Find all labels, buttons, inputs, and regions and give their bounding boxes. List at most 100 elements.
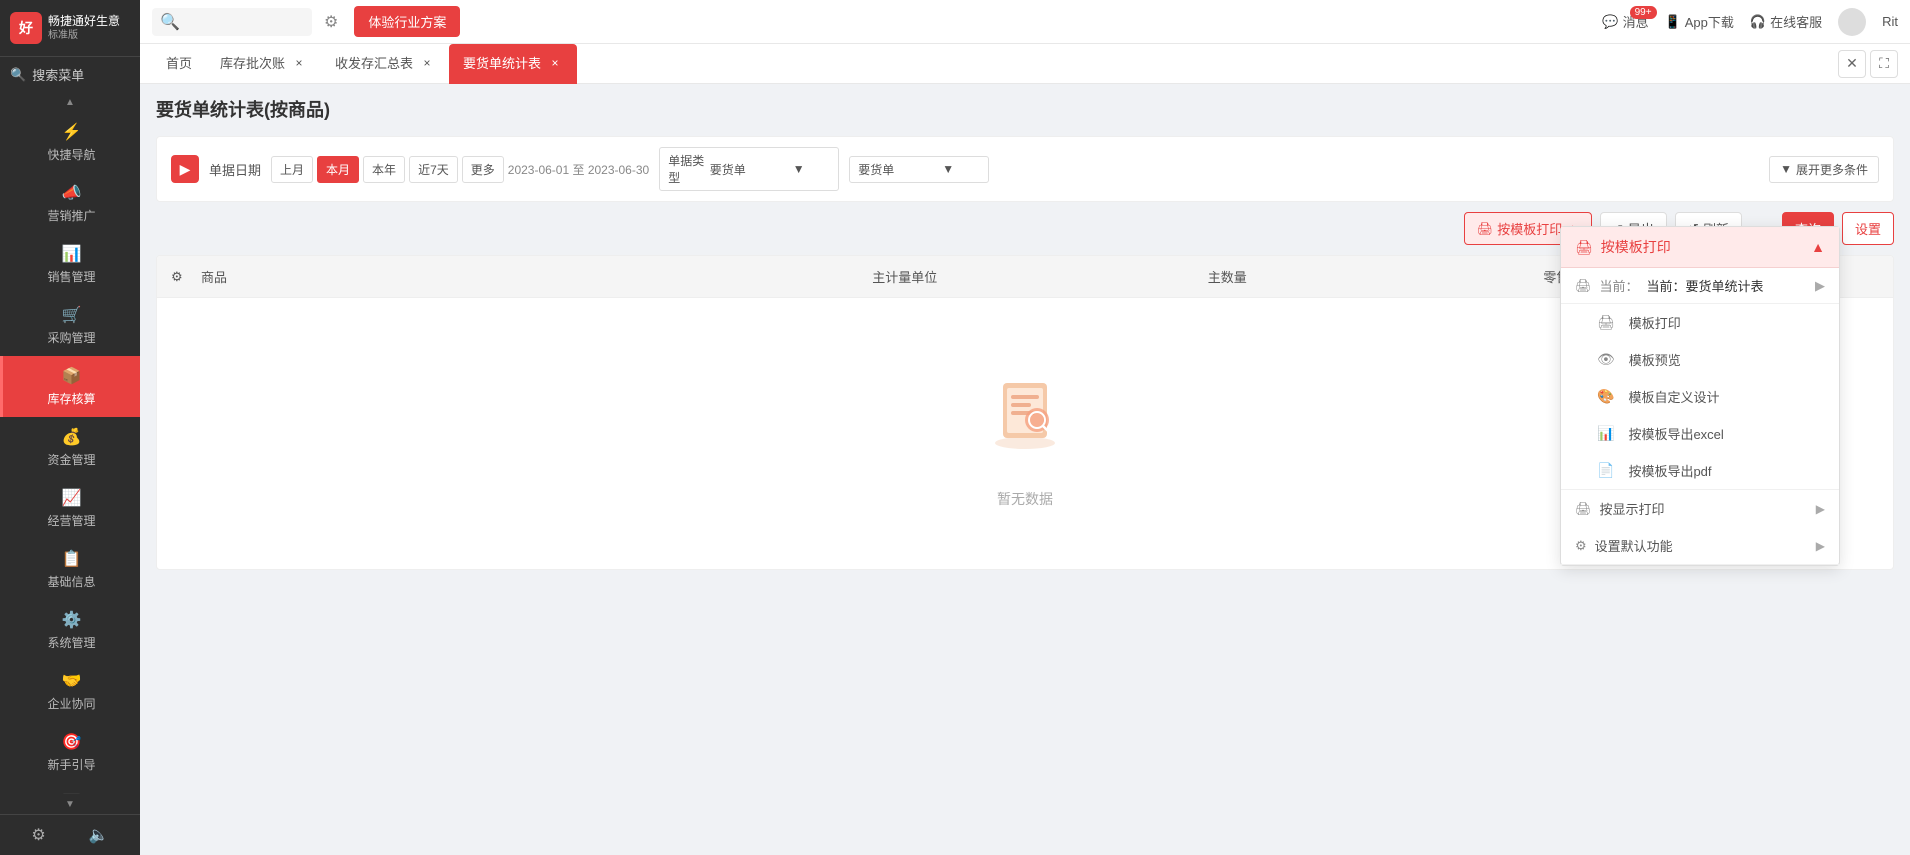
printer-small-icon: 🖨 [1575, 278, 1592, 294]
type-filter-label: 单据类型 [668, 152, 706, 186]
template-preview-icon: 👁 [1597, 351, 1615, 368]
date-btn-this-year[interactable]: 本年 [363, 156, 405, 183]
tab-close-order-stats[interactable]: × [547, 55, 563, 71]
message-item[interactable]: 💬 消息 99+ [1602, 12, 1648, 31]
sidebar-item-basic-info[interactable]: 📋 基础信息 [0, 539, 140, 600]
header-gear-icon[interactable]: ⚙ [324, 12, 338, 32]
mute-icon[interactable]: 🔈 [89, 825, 109, 845]
sidebar-item-quick-nav[interactable]: ⚡ 快捷导航 [0, 112, 140, 173]
guide-icon: 🎯 [62, 732, 82, 752]
tab-close-window-btn[interactable]: ✕ [1838, 50, 1866, 78]
current-item[interactable]: 🖨 当前： 当前：要货单统计表 ▶ [1561, 268, 1839, 303]
type-filter-value: 要货单 [710, 161, 748, 178]
tab-bar: 首页 库存批次账 × 收发存汇总表 × 要货单统计表 × ✕ ⛶ [140, 44, 1910, 84]
avatar[interactable] [1838, 8, 1866, 36]
system-icon: ⚙️ [62, 610, 82, 630]
settings-button[interactable]: 设置 [1842, 212, 1894, 245]
dropdown-item-export-excel[interactable]: 📊 按模板导出excel [1561, 415, 1839, 452]
tab-receivable-summary[interactable]: 收发存汇总表 × [321, 44, 449, 84]
dropdown-header[interactable]: 🖨 按模板打印 ▲ [1561, 227, 1839, 268]
logo-text: 畅捷通好生意 标准版 [48, 14, 120, 43]
message-icon: 💬 [1602, 14, 1618, 30]
th-settings[interactable]: ⚙ [171, 269, 201, 285]
trial-button[interactable]: 体验行业方案 [354, 6, 460, 37]
tab-home[interactable]: 首页 [152, 44, 206, 84]
tab-order-stats[interactable]: 要货单统计表 × [449, 44, 577, 84]
sidebar-item-operations[interactable]: 📈 经营管理 [0, 478, 140, 539]
dropdown-item-display-print[interactable]: 🖨 按显示打印 ▶ [1561, 490, 1839, 527]
printer-icon: 🖨 [1477, 221, 1494, 237]
order-select-icon: ▼ [942, 162, 980, 176]
template-custom-icon: 🎨 [1597, 388, 1614, 405]
sidebar-item-inventory[interactable]: 📦 库存核算 [0, 356, 140, 417]
filter-bar: ▶ 单据日期 上月 本月 本年 近7天 更多 2023-06-01 至 2023… [156, 136, 1894, 202]
filter-toggle-button[interactable]: ▶ [171, 155, 199, 183]
sidebar-item-purchase[interactable]: 🛒 采购管理 [0, 295, 140, 356]
search-icon: 🔍 [10, 67, 26, 83]
dropdown-item-template-preview[interactable]: 👁 模板预览 [1561, 341, 1839, 378]
empty-icon [975, 358, 1075, 477]
sales-icon: 📊 [62, 244, 82, 264]
dropdown-item-export-pdf[interactable]: 📄 按模板导出pdf [1561, 452, 1839, 489]
header-search-box[interactable]: 🔍 [152, 8, 312, 36]
set-default-arrow-icon: ▶ [1816, 539, 1825, 553]
set-default-icon: ⚙ [1575, 538, 1587, 554]
tab-inventory-batch[interactable]: 库存批次账 × [206, 44, 321, 84]
sidebar-item-app-center[interactable]: 🔲 应用中心 [0, 783, 140, 794]
tab-close-receivable-summary[interactable]: × [419, 55, 435, 71]
date-btn-prev-month[interactable]: 上月 [271, 156, 313, 183]
expand-more-btn[interactable]: ▼ 展开更多条件 [1769, 156, 1879, 183]
template-print-icon: 🖨 [1597, 314, 1615, 331]
current-item-arrow-icon: ▶ [1815, 278, 1825, 294]
logo-icon: 好 [10, 12, 42, 44]
date-range: 2023-06-01 至 2023-06-30 [508, 161, 649, 178]
expand-icon: ▼ [1780, 162, 1792, 176]
date-btn-more[interactable]: 更多 [462, 156, 504, 183]
sidebar-scroll-down[interactable]: ▼ [0, 794, 140, 814]
tab-close-inventory-batch[interactable]: × [291, 55, 307, 71]
date-filter-label: 单据日期 [209, 160, 261, 179]
app-download-icon: 📱 [1665, 14, 1681, 30]
sidebar-item-finance[interactable]: 💰 资金管理 [0, 417, 140, 478]
export-excel-icon: 📊 [1597, 425, 1614, 442]
type-filter-select[interactable]: 单据类型 要货单 ▼ [659, 147, 839, 191]
username-label: Rit [1882, 14, 1898, 29]
sidebar-item-sales[interactable]: 📊 销售管理 [0, 234, 140, 295]
app-logo: 好 畅捷通好生意 标准版 [0, 0, 140, 57]
print-dropdown-menu: 🖨 按模板打印 ▲ 🖨 当前： 当前：要货单统计表 ▶ [1560, 226, 1840, 566]
export-pdf-icon: 📄 [1597, 462, 1614, 479]
sidebar-item-marketing[interactable]: 📣 营销推广 [0, 173, 140, 234]
sidebar-item-guide[interactable]: 🎯 新手引导 [0, 722, 140, 783]
sidebar-nav: ⚡ 快捷导航 📣 营销推广 📊 销售管理 🛒 采购管理 📦 库存核算 💰 资金管… [0, 112, 140, 794]
cooperation-icon: 🤝 [62, 671, 82, 691]
page-title: 要货单统计表(按商品) [156, 96, 1894, 122]
tab-maximize-btn[interactable]: ⛶ [1870, 50, 1898, 78]
sidebar-scroll-up[interactable]: ▲ [0, 92, 140, 112]
order-type-filter[interactable]: 要货单 ▼ [849, 156, 989, 183]
dropdown-items-section: 🖨 模板打印 👁 模板预览 🎨 模板自定义设计 [1561, 304, 1839, 490]
app-download-item[interactable]: 📱 App下载 [1665, 12, 1734, 31]
dropdown-printer-icon: 🖨 [1575, 239, 1593, 256]
th-qty: 主数量 [1208, 267, 1544, 286]
content-area: 要货单统计表(按商品) ▶ 单据日期 上月 本月 本年 近7天 更多 2023-… [140, 84, 1910, 855]
sidebar-item-cooperation[interactable]: 🤝 企业协同 [0, 661, 140, 722]
dropdown-item-set-default[interactable]: ⚙ 设置默认功能 ▶ [1561, 527, 1839, 564]
main-area: 🔍 ⚙ 体验行业方案 💬 消息 99+ 📱 App下载 🎧 在线客服 Rit [140, 0, 1910, 855]
sidebar: 好 畅捷通好生意 标准版 🔍 搜索菜单 ▲ ⚡ 快捷导航 📣 营销推广 📊 销售… [0, 0, 140, 855]
purchase-icon: 🛒 [62, 305, 82, 325]
sidebar-bottom: ⚙ 🔈 [0, 814, 140, 855]
settings-bottom-icon[interactable]: ⚙ [31, 825, 45, 845]
header-search-input[interactable] [184, 15, 304, 29]
dropdown-item-template-print[interactable]: 🖨 模板打印 [1561, 304, 1839, 341]
marketing-icon: 📣 [62, 183, 82, 203]
search-menu[interactable]: 🔍 搜索菜单 [0, 57, 140, 92]
online-service-item[interactable]: 🎧 在线客服 [1750, 12, 1822, 31]
dropdown-item-template-custom[interactable]: 🎨 模板自定义设计 [1561, 378, 1839, 415]
headset-icon: 🎧 [1750, 14, 1766, 30]
sidebar-item-system[interactable]: ⚙️ 系统管理 [0, 600, 140, 661]
inventory-icon: 📦 [62, 366, 82, 386]
date-btn-this-month[interactable]: 本月 [317, 156, 359, 183]
dropdown-collapse-icon[interactable]: ▲ [1811, 239, 1825, 255]
th-unit: 主计量单位 [872, 267, 1208, 286]
date-btn-7days[interactable]: 近7天 [409, 156, 458, 183]
